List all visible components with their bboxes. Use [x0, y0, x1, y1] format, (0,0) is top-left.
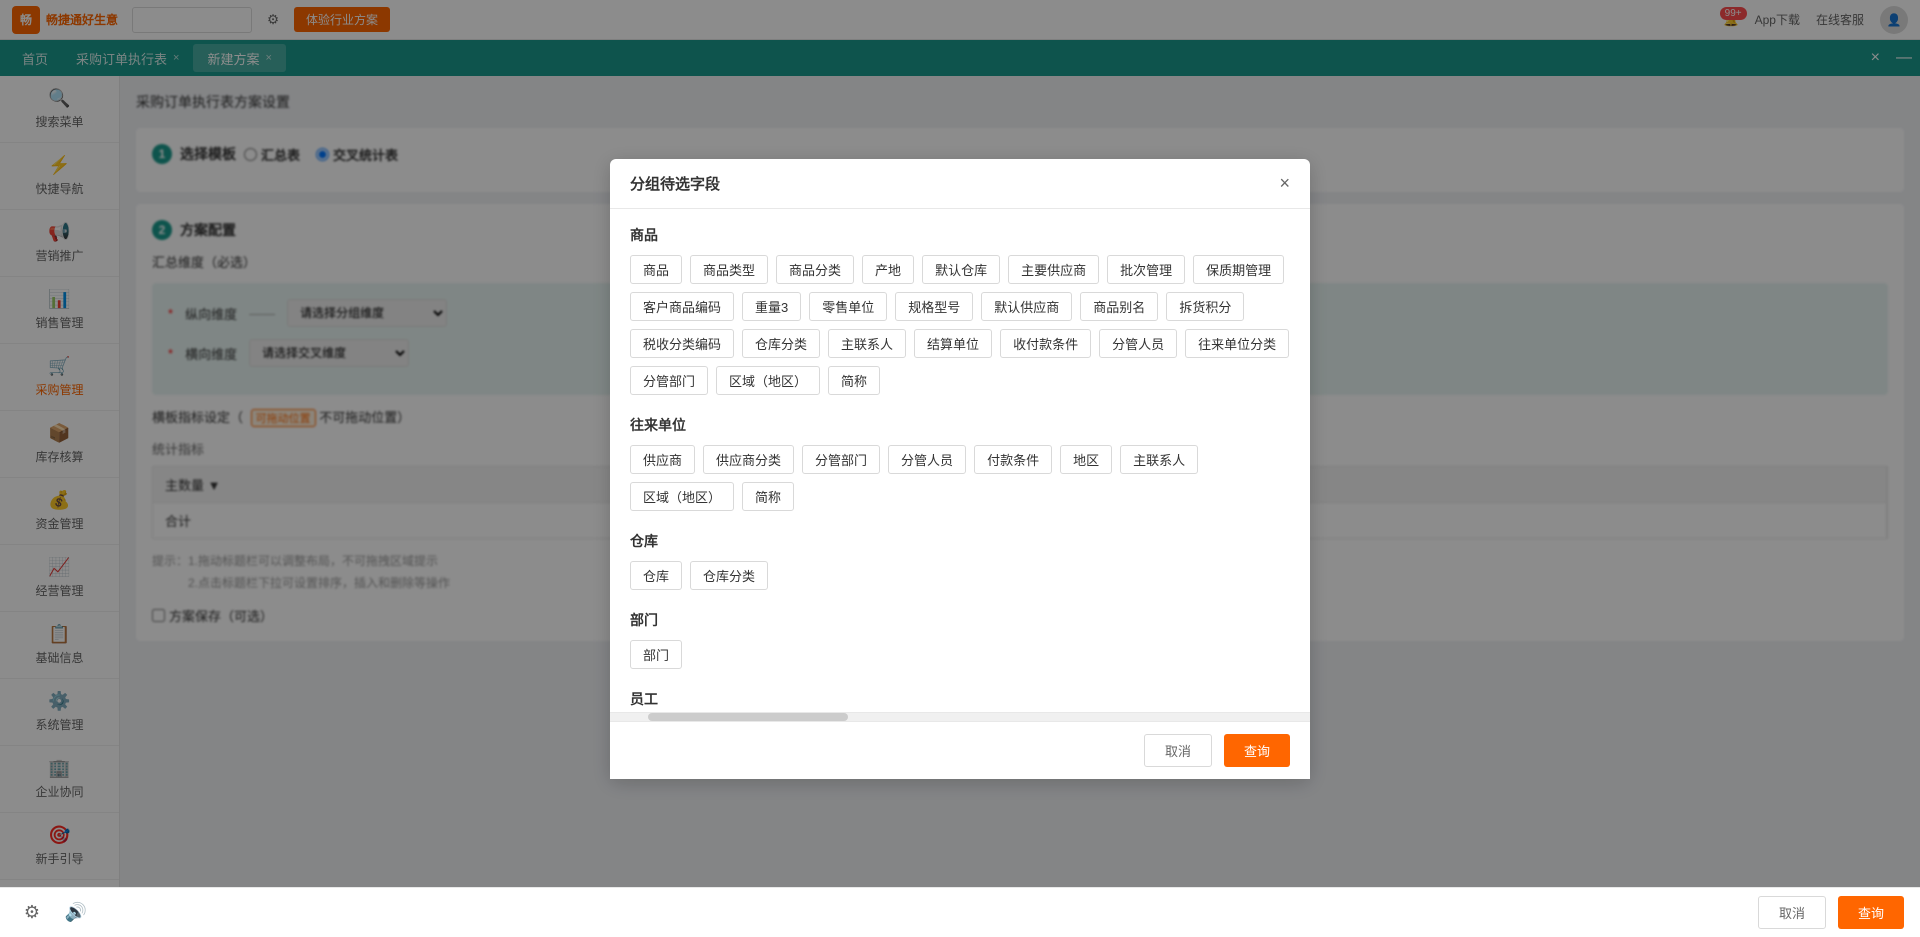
field-tag[interactable]: 分管部门 — [802, 445, 880, 474]
field-tag[interactable]: 简称 — [828, 366, 880, 395]
bottom-settings-btn[interactable]: ⚙ — [16, 897, 48, 929]
field-tag[interactable]: 付款条件 — [974, 445, 1052, 474]
field-tag[interactable]: 仓库 — [630, 561, 682, 590]
category-department: 部门 部门 — [630, 610, 1290, 669]
field-tag[interactable]: 商品别名 — [1080, 292, 1158, 321]
field-tag[interactable]: 分管人员 — [888, 445, 966, 474]
field-tag[interactable]: 供应商分类 — [703, 445, 794, 474]
field-tag[interactable]: 主要供应商 — [1008, 255, 1099, 284]
category-warehouse-title: 仓库 — [630, 531, 1290, 551]
field-tag[interactable]: 重量3 — [742, 292, 801, 321]
category-partner: 往来单位 供应商 供应商分类 分管部门 分管人员 付款条件 地区 主联系人 区域… — [630, 415, 1290, 511]
field-tag[interactable]: 默认供应商 — [981, 292, 1072, 321]
field-tag[interactable]: 仓库分类 — [742, 329, 820, 358]
field-tag[interactable]: 简称 — [742, 482, 794, 511]
bottom-confirm-button[interactable]: 查询 — [1838, 896, 1904, 929]
field-tag[interactable]: 客户商品编码 — [630, 292, 734, 321]
field-tag[interactable]: 结算单位 — [914, 329, 992, 358]
field-tag[interactable]: 产地 — [862, 255, 914, 284]
field-tag[interactable]: 规格型号 — [895, 292, 973, 321]
modal-overlay[interactable]: 分组待选字段 × 商品 商品 商品类型 商品分类 产地 默认仓库 主要供应商 批… — [0, 0, 1920, 937]
modal-body[interactable]: 商品 商品 商品类型 商品分类 产地 默认仓库 主要供应商 批次管理 保质期管理… — [610, 209, 1310, 712]
modal-horizontal-scrollbar[interactable] — [610, 712, 1310, 721]
category-warehouse: 仓库 仓库 仓库分类 — [630, 531, 1290, 590]
category-warehouse-fields: 仓库 仓库分类 — [630, 561, 1290, 590]
bottom-toolbar: ⚙ 🔊 取消 查询 — [0, 887, 1920, 937]
field-tag[interactable]: 分管人员 — [1099, 329, 1177, 358]
modal-footer: 取消 查询 — [610, 721, 1310, 779]
modal-cancel-button[interactable]: 取消 — [1144, 734, 1212, 767]
bottom-cancel-button[interactable]: 取消 — [1758, 896, 1826, 929]
category-employee: 员工 业务员 — [630, 689, 1290, 712]
modal-header: 分组待选字段 × — [610, 159, 1310, 209]
bottom-audio-btn[interactable]: 🔊 — [60, 897, 92, 929]
field-tag[interactable]: 批次管理 — [1107, 255, 1185, 284]
field-tag[interactable]: 区域（地区） — [630, 482, 734, 511]
field-tag[interactable]: 仓库分类 — [690, 561, 768, 590]
field-tag[interactable]: 分管部门 — [630, 366, 708, 395]
field-tag[interactable]: 默认仓库 — [922, 255, 1000, 284]
hscroll-thumb[interactable] — [648, 713, 848, 721]
field-tag[interactable]: 零售单位 — [809, 292, 887, 321]
field-tag[interactable]: 部门 — [630, 640, 682, 669]
bottom-left-area: ⚙ 🔊 — [16, 897, 92, 929]
field-tag[interactable]: 商品类型 — [690, 255, 768, 284]
modal-title: 分组待选字段 — [630, 173, 720, 194]
field-tag[interactable]: 往来单位分类 — [1185, 329, 1289, 358]
category-department-title: 部门 — [630, 610, 1290, 630]
category-goods-fields: 商品 商品类型 商品分类 产地 默认仓库 主要供应商 批次管理 保质期管理 客户… — [630, 255, 1290, 395]
field-tag[interactable]: 收付款条件 — [1000, 329, 1091, 358]
field-tag[interactable]: 税收分类编码 — [630, 329, 734, 358]
field-select-modal: 分组待选字段 × 商品 商品 商品类型 商品分类 产地 默认仓库 主要供应商 批… — [610, 159, 1310, 779]
bottom-right-area: 取消 查询 — [1758, 896, 1904, 929]
category-partner-fields: 供应商 供应商分类 分管部门 分管人员 付款条件 地区 主联系人 区域（地区） … — [630, 445, 1290, 511]
category-department-fields: 部门 — [630, 640, 1290, 669]
field-tag[interactable]: 拆货积分 — [1166, 292, 1244, 321]
modal-close-button[interactable]: × — [1279, 173, 1290, 194]
field-tag[interactable]: 地区 — [1060, 445, 1112, 474]
field-tag[interactable]: 供应商 — [630, 445, 695, 474]
field-tag[interactable]: 保质期管理 — [1193, 255, 1284, 284]
category-goods: 商品 商品 商品类型 商品分类 产地 默认仓库 主要供应商 批次管理 保质期管理… — [630, 225, 1290, 395]
field-tag[interactable]: 商品 — [630, 255, 682, 284]
field-tag[interactable]: 区域（地区） — [716, 366, 820, 395]
field-tag[interactable]: 主联系人 — [1120, 445, 1198, 474]
field-tag[interactable]: 商品分类 — [776, 255, 854, 284]
field-tag[interactable]: 主联系人 — [828, 329, 906, 358]
category-goods-title: 商品 — [630, 225, 1290, 245]
category-employee-title: 员工 — [630, 689, 1290, 709]
modal-confirm-button[interactable]: 查询 — [1224, 734, 1290, 767]
category-partner-title: 往来单位 — [630, 415, 1290, 435]
